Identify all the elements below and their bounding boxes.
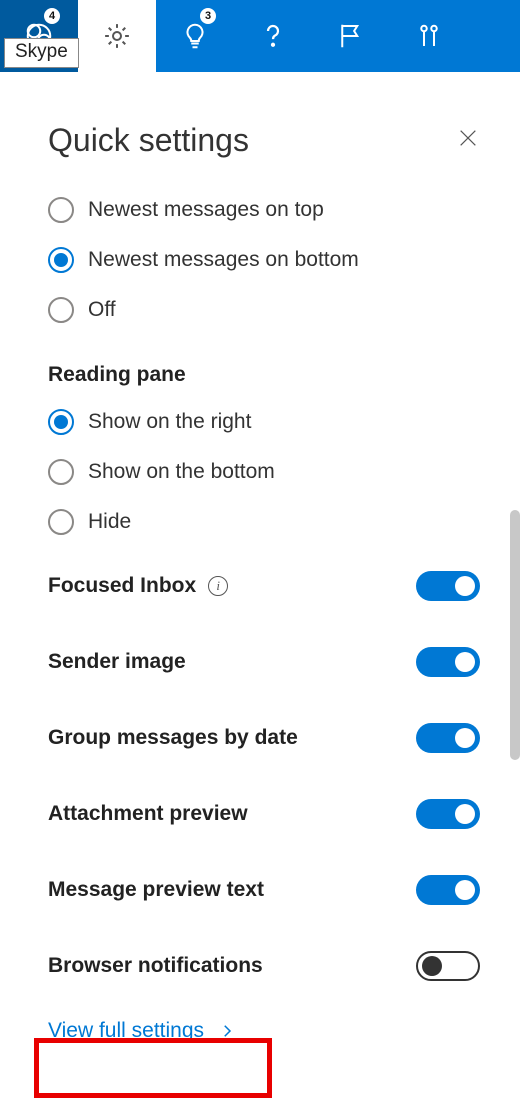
radio-icon xyxy=(48,247,74,273)
reading-hide[interactable]: Hide xyxy=(48,509,480,535)
toggle-switch[interactable] xyxy=(416,571,480,601)
close-button[interactable] xyxy=(454,124,482,152)
toggle-label-text: Message preview text xyxy=(48,878,264,902)
feedback-button[interactable] xyxy=(312,0,390,72)
settings-button[interactable] xyxy=(78,0,156,72)
radio-label: Newest messages on top xyxy=(88,198,324,222)
toggle-switch[interactable] xyxy=(416,799,480,829)
toggle-switch[interactable] xyxy=(416,951,480,981)
radio-label: Hide xyxy=(88,510,131,534)
toggle-label-text: Focused Inbox xyxy=(48,574,196,598)
toggle-label-text: Browser notifications xyxy=(48,954,263,978)
help-button[interactable] xyxy=(234,0,312,72)
tips-badge: 3 xyxy=(200,8,216,24)
reading-bottom[interactable]: Show on the bottom xyxy=(48,459,480,485)
radio-label: Off xyxy=(88,298,116,322)
toggle-focused-inbox: Focused Inbox i xyxy=(48,571,480,601)
toggle-label-text: Sender image xyxy=(48,650,186,674)
tools-button[interactable] xyxy=(390,0,468,72)
toggle-label-text: Attachment preview xyxy=(48,802,248,826)
tips-button[interactable]: 3 xyxy=(156,0,234,72)
radio-icon xyxy=(48,409,74,435)
toggle-label-text: Group messages by date xyxy=(48,726,298,750)
radio-icon xyxy=(48,459,74,485)
lightbulb-icon xyxy=(180,21,210,51)
toggle-switch[interactable] xyxy=(416,647,480,677)
quick-settings-panel: Quick settings Newest messages on top Ne… xyxy=(0,72,520,1102)
toggle-switch[interactable] xyxy=(416,875,480,905)
toggle-message-preview: Message preview text xyxy=(48,875,480,905)
radio-label: Show on the right xyxy=(88,410,251,434)
reading-right[interactable]: Show on the right xyxy=(48,409,480,435)
info-icon[interactable]: i xyxy=(208,576,228,596)
sort-newest-top[interactable]: Newest messages on top xyxy=(48,197,480,223)
chevron-right-icon xyxy=(218,1022,236,1040)
radio-icon xyxy=(48,297,74,323)
gear-icon xyxy=(102,21,132,51)
sort-order-group: Newest messages on top Newest messages o… xyxy=(48,197,480,323)
toggle-group-by-date: Group messages by date xyxy=(48,723,480,753)
sort-off[interactable]: Off xyxy=(48,297,480,323)
radio-icon xyxy=(48,197,74,223)
view-full-settings-link[interactable]: View full settings xyxy=(48,1011,480,1051)
toggle-attachment-preview: Attachment preview xyxy=(48,799,480,829)
reading-pane-group: Show on the right Show on the bottom Hid… xyxy=(48,409,480,535)
flag-icon xyxy=(336,21,366,51)
scrollbar-thumb[interactable] xyxy=(510,510,520,760)
skype-tooltip: Skype xyxy=(4,38,79,68)
toggle-sender-image: Sender image xyxy=(48,647,480,677)
radio-icon xyxy=(48,509,74,535)
question-icon xyxy=(258,21,288,51)
sort-newest-bottom[interactable]: Newest messages on bottom xyxy=(48,247,480,273)
close-icon xyxy=(457,127,479,149)
skype-badge: 4 xyxy=(44,8,60,24)
reading-pane-heading: Reading pane xyxy=(48,363,480,387)
tools-icon xyxy=(414,21,444,51)
radio-label: Newest messages on bottom xyxy=(88,248,359,272)
panel-title: Quick settings xyxy=(48,122,480,159)
radio-label: Show on the bottom xyxy=(88,460,275,484)
toggle-switch[interactable] xyxy=(416,723,480,753)
toggle-browser-notifications: Browser notifications xyxy=(48,951,480,981)
view-full-label: View full settings xyxy=(48,1019,204,1043)
